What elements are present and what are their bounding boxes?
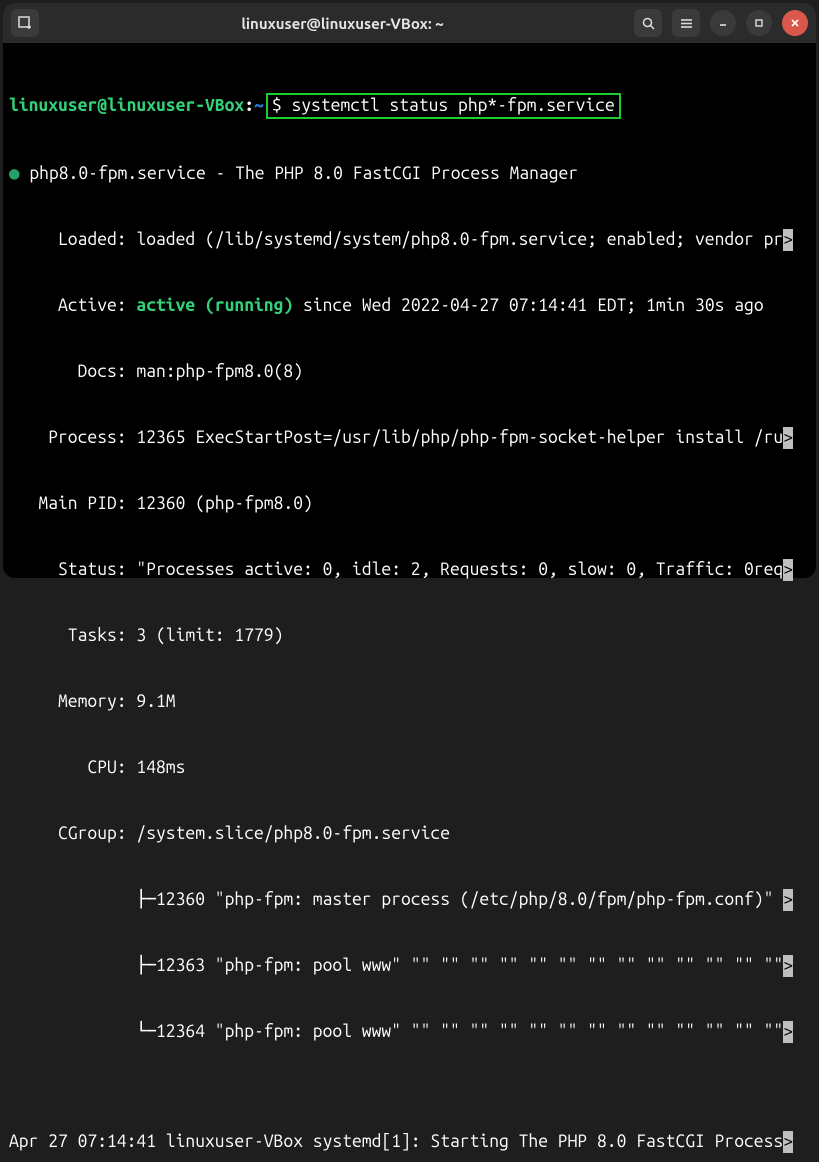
terminal-body[interactable]: linuxuser@linuxuser-VBox:~$ systemctl st…: [3, 43, 816, 1162]
log-line: Apr 27 07:14:41 linuxuser-VBox systemd[1…: [9, 1131, 810, 1153]
status-dot-icon: ●: [9, 164, 20, 183]
terminal-window: linuxuser@linuxuser-VBox: ~ linuxuser@li…: [3, 3, 816, 578]
new-tab-button[interactable]: [11, 9, 39, 37]
output-line: Status: "Processes active: 0, idle: 2, R…: [9, 559, 810, 581]
overflow-indicator: >: [783, 229, 793, 251]
output-line: Loaded: loaded (/lib/systemd/system/php8…: [9, 229, 810, 251]
prompt-line: linuxuser@linuxuser-VBox:~$ systemctl st…: [9, 93, 810, 119]
maximize-button[interactable]: [746, 10, 772, 36]
overflow-indicator: >: [783, 1021, 793, 1043]
prompt-dollar: $: [272, 96, 292, 115]
output-line: Memory: 9.1M: [9, 691, 810, 713]
search-button[interactable]: [634, 9, 662, 37]
output-line: Docs: man:php-fpm8.0(8): [9, 361, 810, 383]
prompt-path: ~: [254, 95, 264, 117]
titlebar: linuxuser@linuxuser-VBox: ~: [3, 3, 816, 43]
cgroup-tree-line: └─12364 "php-fpm: pool www" "" "" "" "" …: [9, 1021, 810, 1043]
overflow-indicator: >: [783, 559, 793, 581]
cgroup-tree-line: ├─12363 "php-fpm: pool www" "" "" "" "" …: [9, 955, 810, 977]
output-line: Active: active (running) since Wed 2022-…: [9, 295, 810, 317]
close-button[interactable]: [782, 10, 808, 36]
output-line: CPU: 148ms: [9, 757, 810, 779]
active-status: active (running): [136, 296, 293, 315]
hamburger-menu-button[interactable]: [672, 9, 700, 37]
minimize-button[interactable]: [710, 10, 736, 36]
overflow-indicator: >: [783, 889, 793, 911]
overflow-indicator: >: [783, 427, 793, 449]
command-highlight-box: $ systemctl status php*-fpm.service: [266, 93, 621, 119]
window-title: linuxuser@linuxuser-VBox: ~: [51, 15, 634, 32]
overflow-indicator: >: [783, 955, 793, 977]
output-line: ● php8.0-fpm.service - The PHP 8.0 FastC…: [9, 163, 810, 185]
overflow-indicator: >: [783, 1131, 793, 1153]
output-line: CGroup: /system.slice/php8.0-fpm.service: [9, 823, 810, 845]
output-line: Process: 12365 ExecStartPost=/usr/lib/ph…: [9, 427, 810, 449]
output-line: Main PID: 12360 (php-fpm8.0): [9, 493, 810, 515]
output-line: Tasks: 3 (limit: 1779): [9, 625, 810, 647]
prompt-separator: :: [244, 95, 254, 117]
command-text: systemctl status php*-fpm.service: [291, 96, 614, 115]
prompt-user-host: linuxuser@linuxuser-VBox: [9, 95, 244, 117]
cgroup-tree-line: ├─12360 "php-fpm: master process (/etc/p…: [9, 889, 810, 911]
